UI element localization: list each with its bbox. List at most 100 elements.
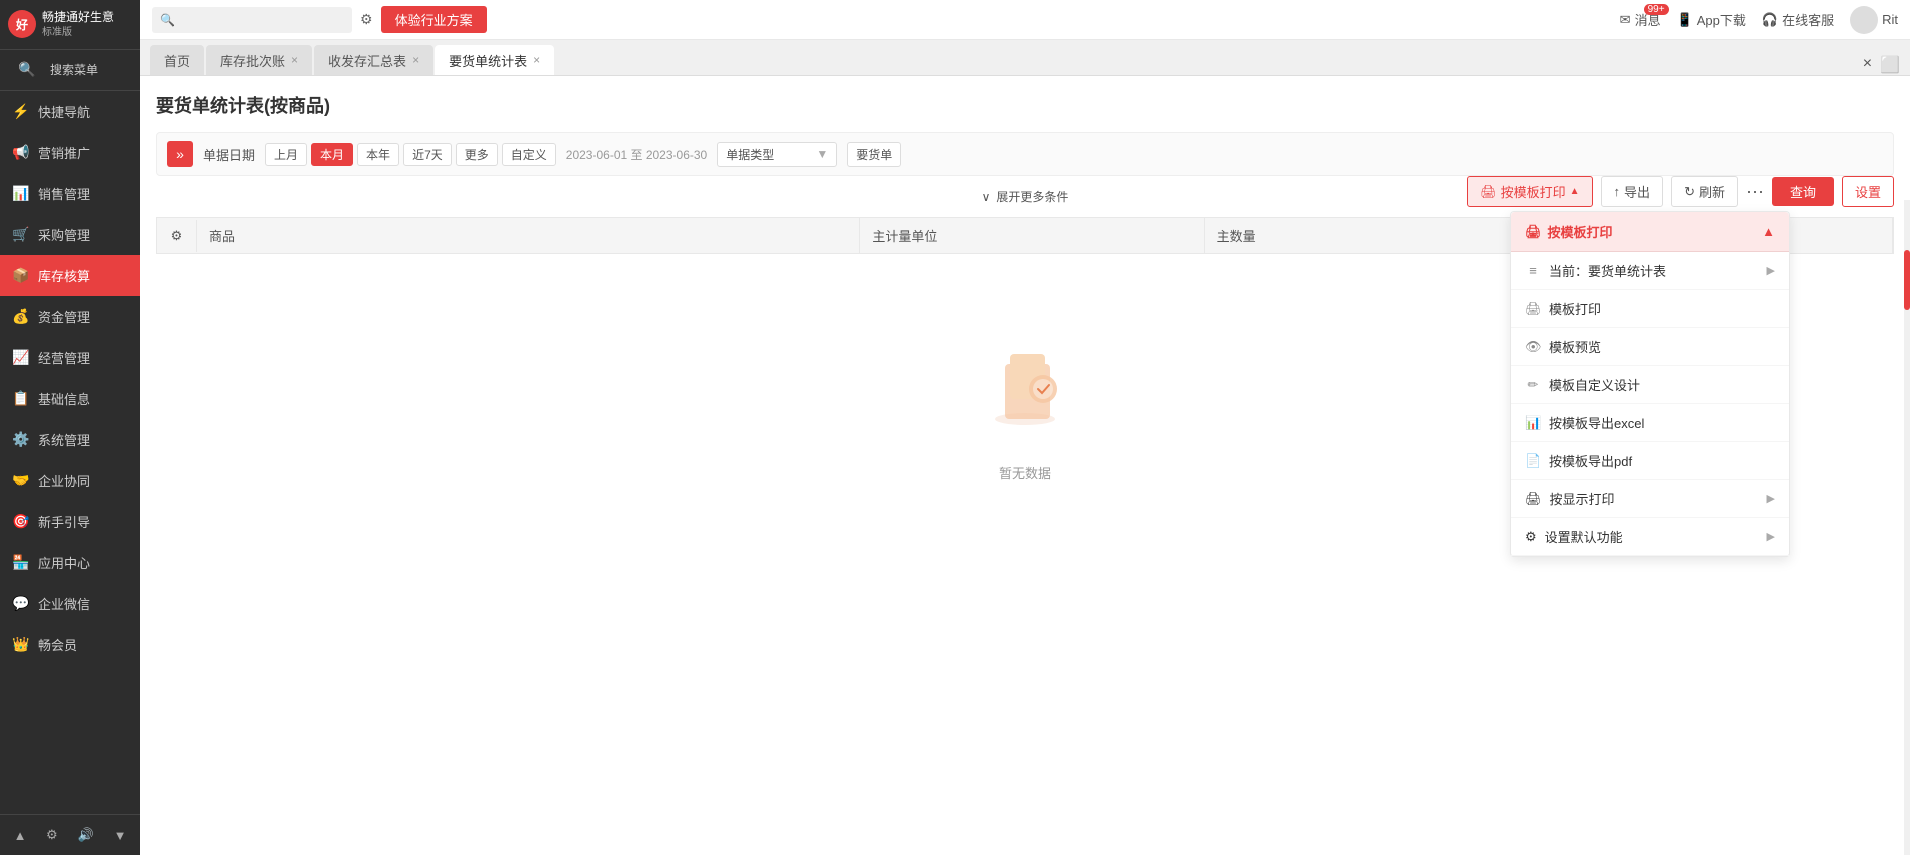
filter-expand-button[interactable]: » (167, 141, 193, 167)
dropdown-template-design[interactable]: ✏ 模板自定义设计 (1511, 366, 1789, 404)
tab-order-stats[interactable]: 要货单统计表 × (435, 45, 554, 75)
window-controls: × ⬜ (1863, 55, 1900, 75)
scroll-down-button[interactable]: ▼ (110, 825, 130, 845)
purchase-icon: 🛒 (12, 225, 30, 243)
set-default-left: ⚙ 设置默认功能 (1525, 527, 1623, 546)
print-arrow-icon: ▲ (1570, 186, 1580, 197)
dropdown-template-pdf[interactable]: 📄 按模板导出pdf (1511, 442, 1789, 480)
topbar-search-box[interactable]: 🔍 (152, 7, 352, 33)
sidebar-item-basic[interactable]: 📋 基础信息 (0, 378, 140, 419)
dropdown-template-excel[interactable]: 📊 按模板导出excel (1511, 404, 1789, 442)
more-options-button[interactable]: ··· (1746, 181, 1764, 202)
th-qty: 主数量 (1205, 218, 1549, 253)
sidebar-item-label: 基础信息 (38, 389, 90, 408)
template-design-icon: ✏ (1525, 377, 1541, 393)
sidebar-search-label: 搜索菜单 (50, 61, 98, 78)
sidebar-item-member[interactable]: 👑 畅会员 (0, 624, 140, 665)
toolbar: 🖨 按模板打印 ▲ ↑ 导出 ↻ 刷新 ··· 查询 设置 (1467, 176, 1894, 207)
tab-receipts-summary[interactable]: 收发存汇总表 × (314, 45, 433, 75)
settings-icon[interactable]: ⚙ (46, 827, 58, 843)
goods-filter-input[interactable]: 要货单 (847, 142, 901, 167)
date-btn-custom[interactable]: 自定义 (502, 143, 556, 166)
logo-icon: 好 (8, 10, 36, 38)
print-label: 按模板打印 (1501, 182, 1566, 201)
sidebar-item-label: 销售管理 (38, 184, 90, 203)
sidebar-item-inventory[interactable]: 📦 库存核算 (0, 255, 140, 296)
sidebar-item-appstore[interactable]: 🏪 应用中心 (0, 542, 140, 583)
th-settings[interactable]: ⚙ (157, 220, 197, 252)
sidebar-item-system[interactable]: ⚙️ 系统管理 (0, 419, 140, 460)
template-excel-icon: 📊 (1525, 415, 1541, 431)
topbar-settings-icon[interactable]: ⚙ (360, 11, 373, 28)
tab-home-label: 首页 (164, 51, 190, 70)
messages-button[interactable]: ✉ 消息 99+ (1620, 10, 1661, 29)
date-range-display: 2023-06-01 至 2023-06-30 (566, 146, 707, 163)
date-btn-this-month[interactable]: 本月 (311, 143, 353, 166)
refresh-button[interactable]: ↻ 刷新 (1671, 176, 1738, 207)
user-name: Rit (1882, 12, 1898, 27)
sidebar-item-marketing[interactable]: 📢 营销推广 (0, 132, 140, 173)
dropdown-template-preview[interactable]: 👁 模板预览 (1511, 328, 1789, 366)
print-button[interactable]: 🖨 按模板打印 ▲ (1467, 176, 1592, 207)
tab-close-icon[interactable]: × (291, 53, 298, 67)
tab-label: 收发存汇总表 (328, 51, 406, 70)
search-icon: 🔍 (18, 61, 36, 79)
sidebar-item-operations[interactable]: 📈 经营管理 (0, 337, 140, 378)
sidebar-item-label: 库存核算 (38, 266, 90, 285)
sidebar-item-finance[interactable]: 💰 资金管理 (0, 296, 140, 337)
messages-icon: ✉ (1620, 12, 1631, 28)
online-service-label: 在线客服 (1782, 10, 1834, 29)
date-btn-7days[interactable]: 近7天 (403, 143, 452, 166)
topbar-search-input[interactable] (179, 13, 344, 27)
sidebar-item-guide[interactable]: 🎯 新手引导 (0, 501, 140, 542)
sound-icon[interactable]: 🔊 (78, 827, 94, 843)
trial-button[interactable]: 体验行业方案 (381, 6, 487, 33)
sidebar-item-enterprise[interactable]: 🤝 企业协同 (0, 460, 140, 501)
export-label: 导出 (1624, 182, 1650, 201)
dropdown-header[interactable]: 🖨 按模板打印 ▲ (1511, 212, 1789, 252)
date-btn-this-year[interactable]: 本年 (357, 143, 399, 166)
date-btn-more[interactable]: 更多 (456, 143, 498, 166)
online-service-button[interactable]: 🎧 在线客服 (1762, 10, 1834, 29)
page-title: 要货单统计表(按商品) (156, 92, 1894, 118)
operations-icon: 📈 (12, 348, 30, 366)
tab-close-icon[interactable]: × (412, 53, 419, 67)
dropdown-template-print[interactable]: 🖨 模板打印 (1511, 290, 1789, 328)
right-scrollbar[interactable] (1904, 200, 1910, 855)
sidebar-item-quick-nav[interactable]: ⚡ 快捷导航 (0, 91, 140, 132)
user-area[interactable]: Rit (1850, 6, 1898, 34)
sidebar-item-label: 应用中心 (38, 553, 90, 572)
scroll-up-button[interactable]: ▲ (10, 825, 30, 845)
filter-bar: » 单据日期 上月 本月 本年 近7天 更多 自定义 2023-06-01 至 … (156, 132, 1894, 176)
dropdown-item-label: 按模板导出excel (1549, 413, 1644, 432)
window-expand-icon[interactable]: ⬜ (1880, 55, 1900, 75)
query-button[interactable]: 查询 (1772, 177, 1834, 206)
app-download-button[interactable]: 📱 App下载 (1677, 10, 1746, 29)
sidebar-item-wechat[interactable]: 💬 企业微信 (0, 583, 140, 624)
refresh-label: 刷新 (1699, 182, 1725, 201)
scrollbar-thumb[interactable] (1904, 250, 1910, 310)
tab-home[interactable]: 首页 (150, 45, 204, 75)
sidebar-nav: ⚡ 快捷导航 📢 营销推广 📊 销售管理 🛒 采购管理 📦 库存核算 💰 资金管… (0, 91, 140, 814)
type-filter-select[interactable]: 单据类型 ▼ (717, 142, 837, 167)
window-close-icon[interactable]: × (1863, 55, 1872, 75)
sidebar-item-label: 采购管理 (38, 225, 90, 244)
display-print-icon: 🖨 (1525, 491, 1542, 507)
sidebar-item-sales[interactable]: 📊 销售管理 (0, 173, 140, 214)
sidebar-search[interactable]: 🔍 搜索菜单 (0, 50, 140, 91)
export-button[interactable]: ↑ 导出 (1601, 176, 1664, 207)
topbar-right: ✉ 消息 99+ 📱 App下载 🎧 在线客服 Rit (1620, 6, 1898, 34)
logo-text: 畅捷通好生意 标准版 (42, 10, 114, 39)
tab-close-icon[interactable]: × (533, 53, 540, 67)
goods-filter-label: 要货单 (856, 148, 892, 162)
dropdown-current[interactable]: ≡ 当前：要货单统计表 ▶ (1511, 252, 1789, 290)
expand-icon: ∨ (982, 190, 991, 204)
dropdown-display-print[interactable]: 🖨 按显示打印 ▶ (1511, 480, 1789, 518)
dropdown-set-default[interactable]: ⚙ 设置默认功能 ▶ (1511, 518, 1789, 556)
settings-button[interactable]: 设置 (1842, 176, 1894, 207)
date-options: 上月 本月 本年 近7天 更多 自定义 (265, 143, 556, 166)
date-btn-last-month[interactable]: 上月 (265, 143, 307, 166)
messages-badge: 99+ (1644, 4, 1669, 15)
sidebar-item-purchase[interactable]: 🛒 采购管理 (0, 214, 140, 255)
tab-inventory-batch[interactable]: 库存批次账 × (206, 45, 312, 75)
